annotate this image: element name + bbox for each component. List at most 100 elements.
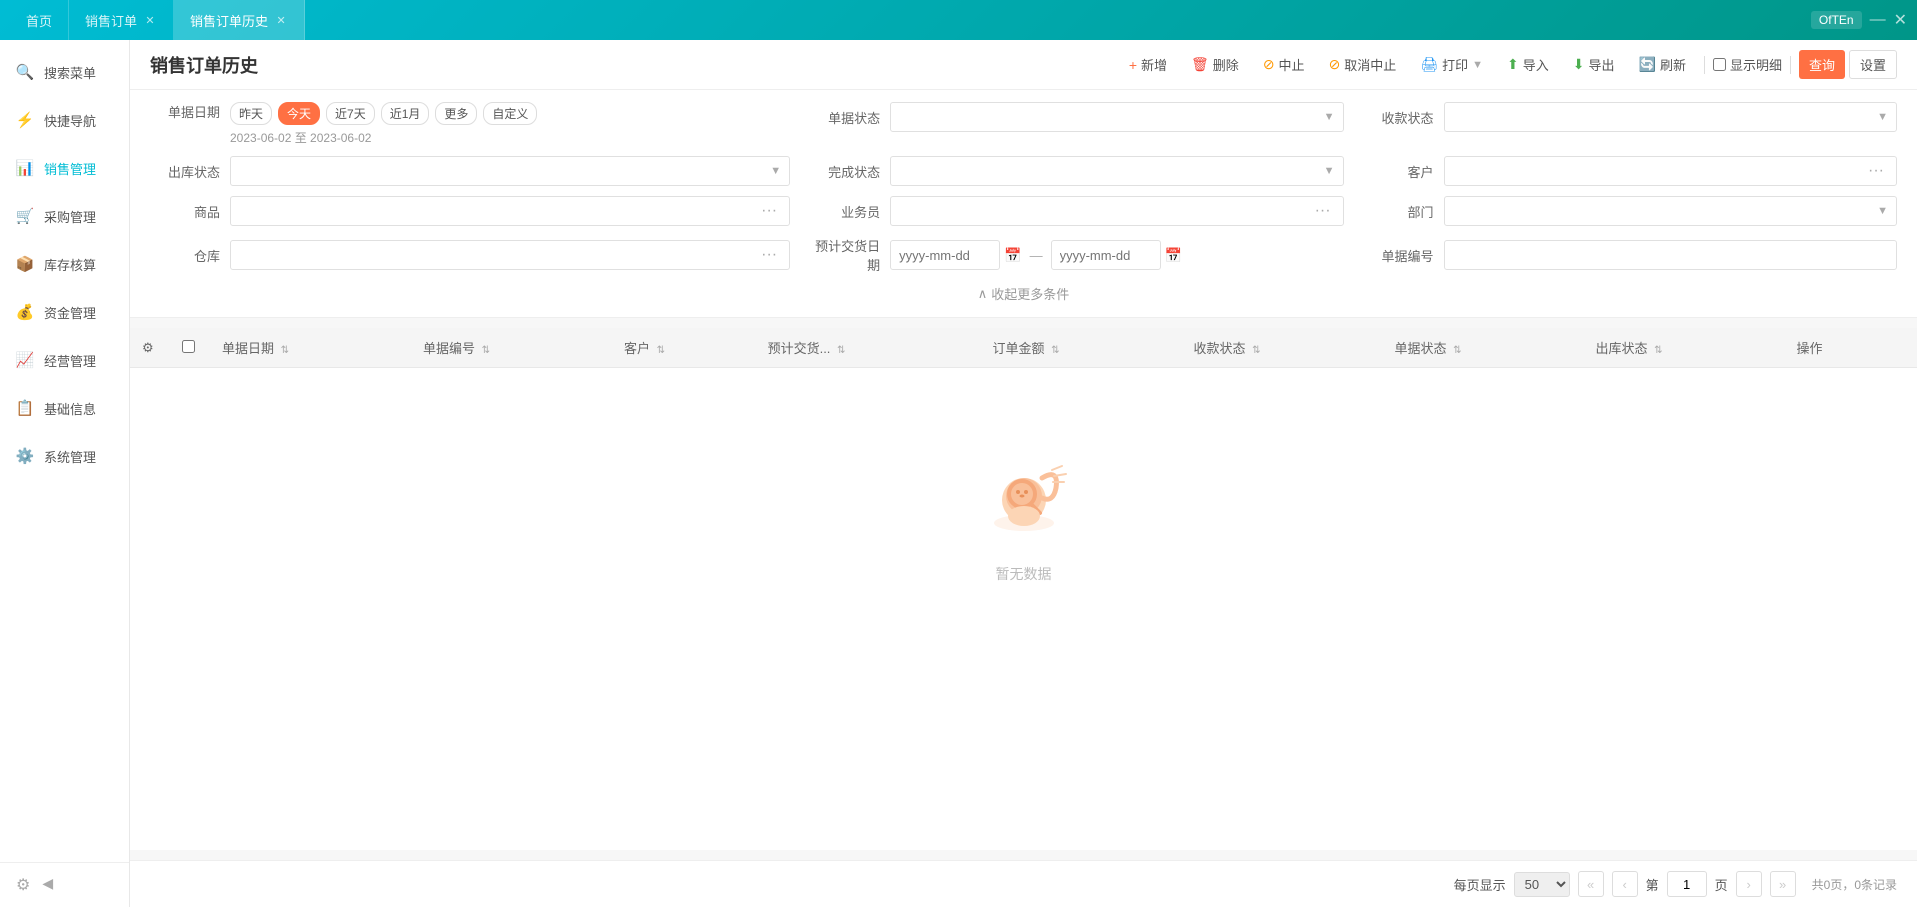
expected-date-start[interactable] [890, 240, 1000, 270]
filter-doc-status-group: 单据状态 ▼ [810, 102, 1343, 132]
sidebar-settings-icon[interactable]: ⚙ [16, 875, 30, 895]
sidebar-item-quick-nav-label: 快捷导航 [44, 111, 96, 130]
window-minimize-icon[interactable]: — [1870, 11, 1886, 29]
department-select[interactable]: ▼ [1444, 196, 1897, 226]
th-out-status[interactable]: 出库状态 ⇅ [1583, 328, 1784, 368]
date-custom-btn[interactable]: 自定义 [483, 102, 537, 125]
doc-status-select[interactable]: ▼ [890, 102, 1343, 132]
select-all-checkbox[interactable] [182, 340, 195, 353]
tab-sales-order-history-close[interactable]: ✕ [274, 13, 288, 27]
filter-product-group: 商品 ··· [150, 196, 790, 226]
th-amount[interactable]: 订单金额 ⇅ [980, 328, 1181, 368]
filter-salesperson-group: 业务员 ··· [810, 196, 1343, 226]
show-detail-toggle[interactable]: 显示明细 [1713, 55, 1782, 74]
refresh-button[interactable]: 🔄 刷新 [1629, 50, 1696, 79]
search-menu-icon: 🔍 [16, 63, 34, 81]
prev-page-icon: ‹ [1622, 877, 1626, 892]
sidebar-item-quick-nav[interactable]: ⚡ 快捷导航 [0, 96, 129, 144]
cancel-stop-button[interactable]: ⊘ 取消中止 [1319, 50, 1407, 79]
query-button[interactable]: 查询 [1799, 50, 1845, 79]
filter-complete-status-group: 完成状态 ▼ [810, 156, 1343, 186]
th-date[interactable]: 单据日期 ⇅ [210, 328, 411, 368]
toolbar-divider [1704, 56, 1705, 74]
sidebar-item-inventory[interactable]: 📦 库存核算 [0, 240, 129, 288]
th-receive-status[interactable]: 收款状态 ⇅ [1181, 328, 1382, 368]
sidebar-item-system[interactable]: ⚙️ 系统管理 [0, 432, 129, 480]
th-checkbox[interactable] [170, 328, 210, 368]
out-status-select[interactable]: ▼ [230, 156, 790, 186]
warehouse-dots[interactable]: ··· [757, 246, 781, 264]
settings-button[interactable]: 设置 [1849, 50, 1897, 79]
date-7days-btn[interactable]: 近7天 [326, 102, 375, 125]
sidebar-item-purchase[interactable]: 🛒 采购管理 [0, 192, 129, 240]
th-expected-label: 预计交货... [768, 341, 831, 356]
main-layout: 🔍 搜索菜单 ⚡ 快捷导航 📊 销售管理 🛒 采购管理 📦 库存核算 💰 资金管… [0, 40, 1917, 907]
warehouse-select[interactable]: ··· [230, 240, 790, 270]
next-page-button[interactable]: › [1736, 871, 1762, 897]
expected-date-end[interactable] [1051, 240, 1161, 270]
settings-label: 设置 [1860, 58, 1886, 73]
customer-dots[interactable]: ··· [1864, 162, 1888, 180]
window-close-icon[interactable]: ✕ [1894, 10, 1907, 30]
th-action: 操作 [1784, 328, 1917, 368]
date-today-btn[interactable]: 今天 [278, 102, 320, 125]
product-select[interactable]: ··· [230, 196, 790, 226]
new-button[interactable]: + 新增 [1119, 50, 1177, 79]
import-button[interactable]: ⬆ 导入 [1497, 50, 1559, 79]
doc-number-input[interactable] [1444, 240, 1897, 270]
receive-status-label: 收款状态 [1364, 108, 1444, 127]
date-1month-btn[interactable]: 近1月 [381, 102, 430, 125]
date-more-btn[interactable]: 更多 [435, 102, 477, 125]
th-receive-status-sort: ⇅ [1252, 345, 1260, 356]
prev-page-button[interactable]: ‹ [1612, 871, 1638, 897]
page-number-input[interactable] [1667, 871, 1707, 897]
page-size-select[interactable]: 20 50 100 [1514, 872, 1570, 897]
tab-sales-order-close[interactable]: ✕ [143, 13, 157, 27]
calendar-start-icon[interactable]: 📅 [1004, 247, 1021, 264]
receive-status-select[interactable]: ▼ [1444, 102, 1897, 132]
sidebar-collapse-icon[interactable]: ◀ [42, 875, 53, 895]
date-range-text: 2023-06-02 至 2023-06-02 [230, 129, 537, 146]
th-customer[interactable]: 客户 ⇅ [612, 328, 756, 368]
th-number[interactable]: 单据编号 ⇅ [411, 328, 612, 368]
customer-select[interactable]: ··· [1444, 156, 1897, 186]
date-dash: — [1026, 248, 1047, 263]
last-page-button[interactable]: » [1770, 871, 1796, 897]
settings-icon[interactable]: ⚙ [142, 340, 154, 355]
calendar-end-icon[interactable]: 📅 [1165, 247, 1182, 264]
export-button[interactable]: ⬇ 导出 [1563, 50, 1625, 79]
query-label: 查询 [1809, 55, 1835, 74]
sidebar-item-operations[interactable]: 📈 经营管理 [0, 336, 129, 384]
show-detail-checkbox[interactable] [1713, 58, 1726, 71]
stop-button[interactable]: ⊘ 中止 [1253, 50, 1315, 79]
tab-sales-order[interactable]: 销售订单 ✕ [69, 0, 174, 40]
salesperson-select[interactable]: ··· [890, 196, 1343, 226]
th-date-sort: ⇅ [281, 345, 289, 356]
refresh-icon: 🔄 [1639, 56, 1656, 73]
cancel-stop-icon: ⊘ [1329, 56, 1341, 73]
first-page-button[interactable]: « [1578, 871, 1604, 897]
th-expected[interactable]: 预计交货... ⇅ [756, 328, 981, 368]
th-doc-status[interactable]: 单据状态 ⇅ [1382, 328, 1583, 368]
sidebar-item-search-menu[interactable]: 🔍 搜索菜单 [0, 48, 129, 96]
toolbar-divider2 [1790, 56, 1791, 74]
collapse-bar[interactable]: ∧ 收起更多条件 [150, 278, 1897, 305]
th-settings[interactable]: ⚙ [130, 328, 170, 368]
tab-sales-order-history-label: 销售订单历史 [190, 11, 268, 30]
page-size-label: 每页显示 [1454, 875, 1506, 894]
th-number-label: 单据编号 [423, 341, 475, 356]
product-dots[interactable]: ··· [757, 202, 781, 220]
print-button[interactable]: 🖨 打印 ▼ [1410, 50, 1493, 79]
tab-sales-order-history[interactable]: 销售订单历史 ✕ [174, 0, 305, 40]
complete-status-select[interactable]: ▼ [890, 156, 1343, 186]
tab-home[interactable]: 首页 [10, 0, 69, 40]
operations-icon: 📈 [16, 351, 34, 369]
sidebar-item-basic-info[interactable]: 📋 基础信息 [0, 384, 129, 432]
sidebar-item-sales[interactable]: 📊 销售管理 [0, 144, 129, 192]
sidebar-item-finance[interactable]: 💰 资金管理 [0, 288, 129, 336]
top-bar: 首页 销售订单 ✕ 销售订单历史 ✕ OfTEn — ✕ [0, 0, 1917, 40]
new-icon: + [1129, 57, 1137, 73]
date-yesterday-btn[interactable]: 昨天 [230, 102, 272, 125]
salesperson-dots[interactable]: ··· [1311, 202, 1335, 220]
delete-button[interactable]: 🗑 删除 [1181, 50, 1249, 79]
